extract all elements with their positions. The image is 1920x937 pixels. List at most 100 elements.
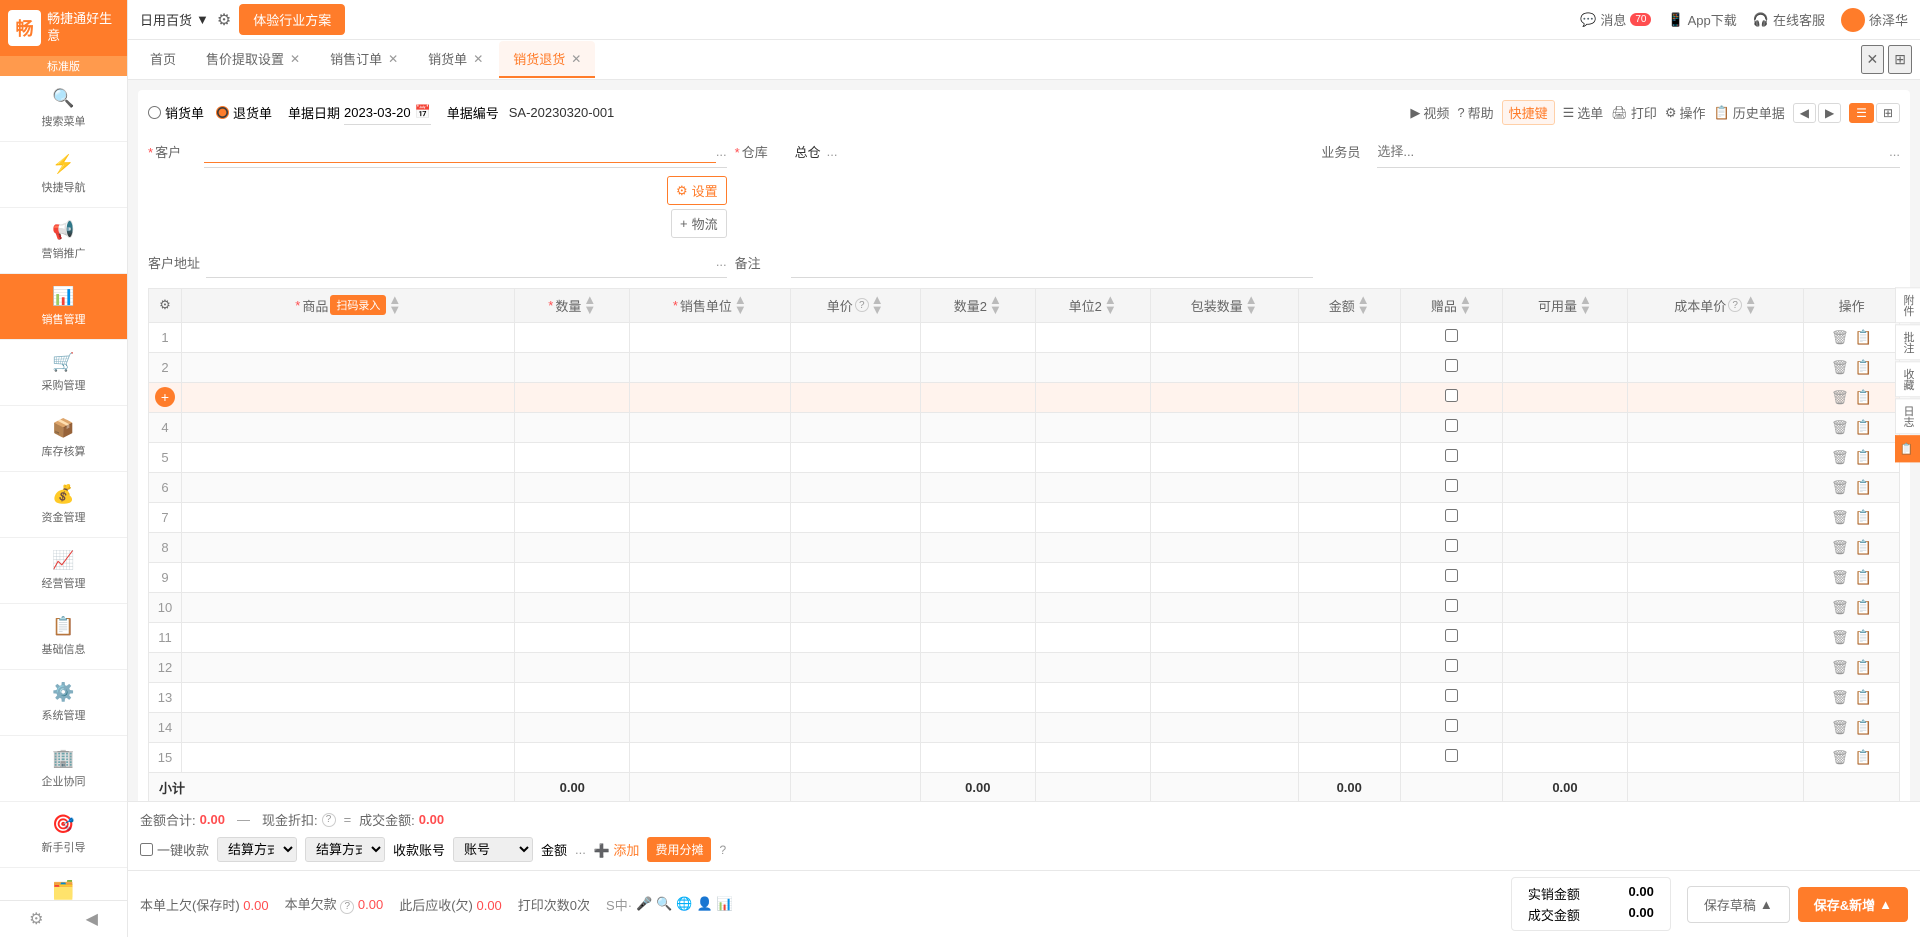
- cell-unit2[interactable]: [1035, 352, 1150, 382]
- cell-unit2[interactable]: [1035, 652, 1150, 682]
- cell-available[interactable]: [1502, 682, 1627, 712]
- cell-amount[interactable]: [1298, 352, 1400, 382]
- discount-info-icon[interactable]: ?: [322, 813, 336, 827]
- delete-row-icon[interactable]: 🗑: [1831, 659, 1849, 676]
- cell-product[interactable]: [182, 472, 515, 502]
- gift-checkbox[interactable]: [1445, 359, 1458, 372]
- delete-row-icon[interactable]: 🗑: [1831, 689, 1849, 706]
- cell-quantity2[interactable]: [920, 502, 1035, 532]
- cell-quantity2[interactable]: [920, 322, 1035, 352]
- amount-sort[interactable]: ▲▼: [1357, 295, 1370, 316]
- cell-quantity[interactable]: [515, 712, 630, 742]
- cell-price[interactable]: [790, 352, 920, 382]
- online-service-item[interactable]: 🎧 在线客服: [1753, 10, 1825, 29]
- cell-gift[interactable]: [1400, 532, 1502, 562]
- cell-unit2[interactable]: [1035, 532, 1150, 562]
- cell-quantity2[interactable]: [920, 592, 1035, 622]
- gift-checkbox[interactable]: [1445, 689, 1458, 702]
- sales-radio[interactable]: [148, 106, 161, 119]
- cell-cost[interactable]: [1628, 472, 1804, 502]
- gift-checkbox[interactable]: [1445, 509, 1458, 522]
- cell-quantity2[interactable]: [920, 712, 1035, 742]
- product-sort[interactable]: ▲▼: [388, 295, 401, 316]
- cell-amount[interactable]: [1298, 532, 1400, 562]
- cell-price[interactable]: [790, 712, 920, 742]
- cell-product[interactable]: [182, 382, 515, 412]
- cost-info-icon[interactable]: ?: [1728, 298, 1742, 312]
- delete-row-icon[interactable]: 🗑: [1831, 389, 1849, 406]
- cell-product[interactable]: [182, 712, 515, 742]
- tab-sales-close[interactable]: ✕: [473, 52, 483, 66]
- cell-unit2[interactable]: [1035, 472, 1150, 502]
- copy-row-icon[interactable]: 📋: [1855, 479, 1872, 496]
- cell-gift[interactable]: [1400, 562, 1502, 592]
- cell-quantity[interactable]: [515, 652, 630, 682]
- prev-record-btn[interactable]: ◀: [1793, 103, 1816, 123]
- cell-product[interactable]: [182, 412, 515, 442]
- cell-unit[interactable]: [630, 322, 790, 352]
- cell-cost[interactable]: [1628, 532, 1804, 562]
- cell-price[interactable]: [790, 532, 920, 562]
- cell-available[interactable]: [1502, 442, 1627, 472]
- cell-price[interactable]: [790, 322, 920, 352]
- cell-quantity2[interactable]: [920, 682, 1035, 712]
- cell-available[interactable]: [1502, 592, 1627, 622]
- cell-available[interactable]: [1502, 652, 1627, 682]
- cell-available[interactable]: [1502, 322, 1627, 352]
- fee-btn[interactable]: 费用分摊: [647, 837, 711, 862]
- cell-price[interactable]: [790, 742, 920, 772]
- address-input[interactable]: [206, 250, 716, 273]
- cell-product[interactable]: [182, 562, 515, 592]
- sidebar-item-operations[interactable]: 📈经营管理: [0, 538, 127, 604]
- delete-row-icon[interactable]: 🗑: [1831, 479, 1849, 496]
- cell-quantity2[interactable]: [920, 742, 1035, 772]
- cell-quantity[interactable]: [515, 742, 630, 772]
- cell-quantity[interactable]: [515, 682, 630, 712]
- cell-unit[interactable]: [630, 502, 790, 532]
- cell-available[interactable]: [1502, 382, 1627, 412]
- cell-price[interactable]: [790, 382, 920, 412]
- delete-row-icon[interactable]: 🗑: [1831, 419, 1849, 436]
- cell-cost[interactable]: [1628, 682, 1804, 712]
- cell-amount[interactable]: [1298, 322, 1400, 352]
- settings-btn[interactable]: ⚙ 设置: [667, 176, 727, 205]
- float-btn-3[interactable]: 收藏: [1895, 361, 1920, 397]
- gift-checkbox[interactable]: [1445, 329, 1458, 342]
- table-row[interactable]: 12 🗑 📋: [149, 652, 1900, 682]
- cell-gift[interactable]: [1400, 322, 1502, 352]
- grid-view-btn[interactable]: ⊞: [1876, 103, 1900, 123]
- table-row[interactable]: 9 🗑 📋: [149, 562, 1900, 592]
- table-row[interactable]: 1 🗑 📋: [149, 322, 1900, 352]
- copy-row-icon[interactable]: 📋: [1855, 749, 1872, 766]
- cell-quantity[interactable]: [515, 442, 630, 472]
- tab-sales[interactable]: 销货单 ✕: [414, 41, 497, 78]
- cell-unit2[interactable]: [1035, 682, 1150, 712]
- cell-product[interactable]: [182, 592, 515, 622]
- sidebar-item-enterprise[interactable]: 🏢企业协同: [0, 736, 127, 802]
- one-click-checkbox[interactable]: [140, 843, 153, 856]
- fee-question-icon[interactable]: ?: [719, 843, 726, 857]
- gift-sort[interactable]: ▲▼: [1459, 295, 1472, 316]
- sidebar-collapse-icon[interactable]: ◀: [86, 909, 98, 929]
- cell-cost[interactable]: [1628, 412, 1804, 442]
- copy-row-icon[interactable]: 📋: [1855, 719, 1872, 736]
- cell-quantity[interactable]: [515, 322, 630, 352]
- table-row[interactable]: 11 🗑 📋: [149, 622, 1900, 652]
- salesperson-dots[interactable]: ...: [1889, 144, 1900, 159]
- product-input[interactable]: [188, 390, 508, 405]
- table-row[interactable]: 14 🗑 📋: [149, 712, 1900, 742]
- print-action[interactable]: 🖨 打印: [1611, 103, 1657, 122]
- cell-amount[interactable]: [1298, 592, 1400, 622]
- add-row-btn[interactable]: +: [155, 387, 175, 407]
- cell-pack-qty[interactable]: [1150, 622, 1298, 652]
- cell-gift[interactable]: [1400, 712, 1502, 742]
- cell-amount[interactable]: [1298, 502, 1400, 532]
- cell-pack-qty[interactable]: [1150, 652, 1298, 682]
- cell-unit[interactable]: [630, 352, 790, 382]
- gift-checkbox[interactable]: [1445, 419, 1458, 432]
- cell-unit[interactable]: [630, 592, 790, 622]
- cell-price[interactable]: [790, 562, 920, 592]
- salesperson-input[interactable]: [1377, 140, 1889, 163]
- cell-cost[interactable]: [1628, 442, 1804, 472]
- cell-gift[interactable]: [1400, 382, 1502, 412]
